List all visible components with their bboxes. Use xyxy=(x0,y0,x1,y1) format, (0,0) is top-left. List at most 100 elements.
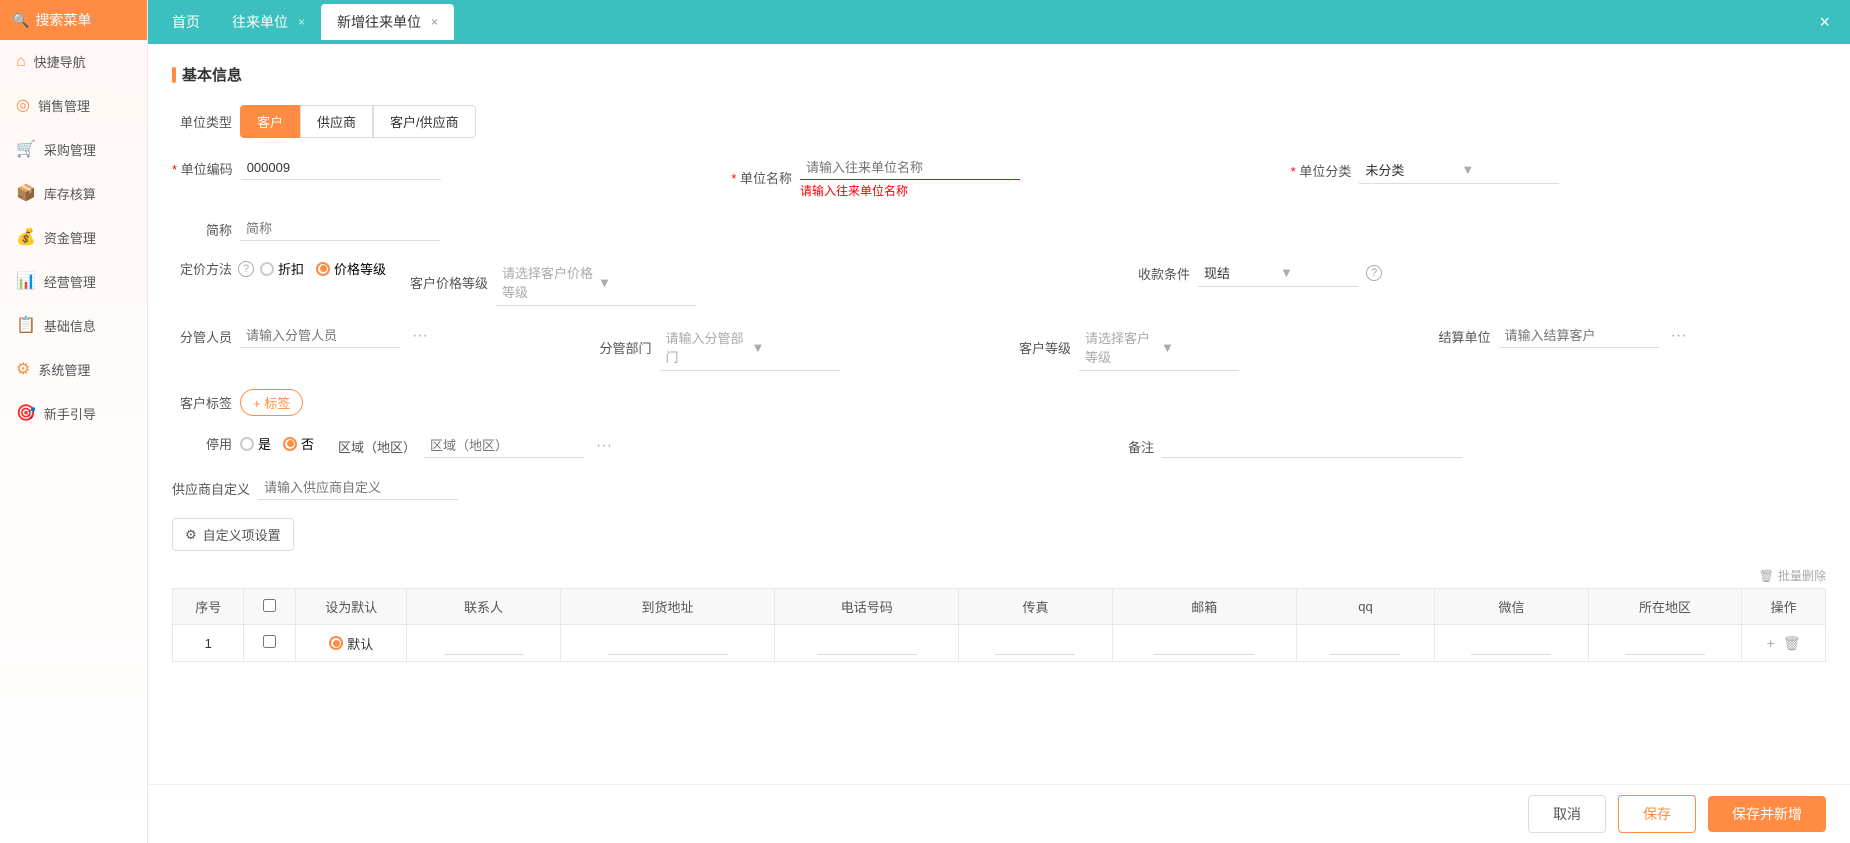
customer-price-level-select[interactable]: 请选择客户价格等级 ▼ xyxy=(496,259,696,306)
row-address[interactable] xyxy=(560,625,774,662)
sidebar-item-inventory[interactable]: 📦 库存核算 xyxy=(0,171,147,215)
department-group: 分管部门 请输入分管部门 ▼ xyxy=(592,324,988,371)
pricing-method-label: 定价方法 xyxy=(172,259,232,278)
unit-category-select[interactable]: 未分类 ▼ xyxy=(1359,156,1559,184)
payment-terms-arrow-icon: ▼ xyxy=(1280,265,1352,280)
basic-icon: 📋 xyxy=(16,315,36,335)
settlement-more-icon[interactable]: ··· xyxy=(1667,327,1691,345)
customer-tag-group: 客户标签 + 标签 xyxy=(172,389,1826,416)
custom-settings-button[interactable]: ⚙ 自定义项设置 xyxy=(172,518,294,551)
row-contact[interactable] xyxy=(407,625,561,662)
short-name-label: 简称 xyxy=(172,220,232,239)
row-contact-input[interactable] xyxy=(444,631,524,655)
save-new-button[interactable]: 保存并新增 xyxy=(1708,796,1826,832)
pricing-radio-group: 折扣 价格等级 xyxy=(260,259,386,278)
unit-category-label: 单位分类 xyxy=(1291,161,1352,180)
short-name-input[interactable] xyxy=(240,217,440,241)
row-phone[interactable] xyxy=(775,625,959,662)
col-phone: 电话号码 xyxy=(775,589,959,625)
payment-terms-select[interactable]: 现结 ▼ xyxy=(1198,259,1358,287)
tab-new-partner-close[interactable]: × xyxy=(431,15,438,29)
pricing-level-radio[interactable]: 价格等级 xyxy=(316,259,386,278)
save-button[interactable]: 保存 xyxy=(1618,795,1696,833)
form-content: 基本信息 单位类型 客户 供应商 客户/供应商 单位编码 单位名称 xyxy=(148,44,1850,784)
department-select[interactable]: 请输入分管部门 ▼ xyxy=(660,324,840,371)
unit-type-customer-btn[interactable]: 客户 xyxy=(240,105,300,138)
sidebar-item-operation[interactable]: 📊 经营管理 xyxy=(0,259,147,303)
row-checkbox[interactable] xyxy=(263,635,276,648)
main-area: 首页 往来单位 × 新增往来单位 × × 基本信息 单位类型 客户 供应商 客户… xyxy=(148,0,1850,843)
sidebar-item-purchase[interactable]: 🛒 采购管理 xyxy=(0,127,147,171)
search-menu-button[interactable]: 🔍 搜索菜单 xyxy=(0,0,147,40)
region-input[interactable] xyxy=(424,434,584,458)
unit-code-input[interactable] xyxy=(241,156,441,180)
manager-input[interactable] xyxy=(240,324,400,348)
col-email: 邮箱 xyxy=(1112,589,1296,625)
section-title-label: 基本信息 xyxy=(182,64,242,85)
sidebar-item-quick-nav[interactable]: ⌂ 快捷导航 xyxy=(0,40,147,83)
pricing-discount-radio[interactable]: 折扣 xyxy=(260,259,304,278)
row-delete-button[interactable]: 🗑 xyxy=(1783,635,1801,652)
row-region[interactable] xyxy=(1588,625,1742,662)
row-default-radio[interactable]: 默认 xyxy=(306,634,396,653)
sidebar-item-newbie[interactable]: 🎯 新手引导 xyxy=(0,391,147,435)
row-action-btns: + 🗑 xyxy=(1752,635,1815,652)
inventory-icon: 📦 xyxy=(16,183,36,203)
row-address-input[interactable] xyxy=(608,631,728,655)
close-all-tabs-button[interactable]: × xyxy=(1807,12,1842,33)
customer-price-level-label: 客户价格等级 xyxy=(410,273,488,292)
region-label: 区域（地区） xyxy=(338,437,416,456)
department-label: 分管部门 xyxy=(592,338,652,357)
row-wechat[interactable] xyxy=(1435,625,1589,662)
row-qq-input[interactable] xyxy=(1330,631,1400,655)
tab-partners[interactable]: 往来单位 × xyxy=(216,4,321,40)
tab-home[interactable]: 首页 xyxy=(156,4,216,40)
row-region-input[interactable] xyxy=(1625,631,1705,655)
unit-type-supplier-btn[interactable]: 供应商 xyxy=(300,105,373,138)
sidebar-item-finance[interactable]: 💰 资金管理 xyxy=(0,215,147,259)
customer-level-select[interactable]: 请选择客户等级 ▼ xyxy=(1079,324,1239,371)
row-qq[interactable] xyxy=(1296,625,1434,662)
row-wechat-input[interactable] xyxy=(1471,631,1551,655)
tab-new-partner[interactable]: 新增往来单位 × xyxy=(321,4,454,40)
manager-group: 分管人员 ··· xyxy=(172,324,568,348)
unit-code-group: 单位编码 xyxy=(172,156,707,180)
region-group: 区域（地区） ··· xyxy=(338,434,1070,458)
disable-no-radio[interactable]: 否 xyxy=(283,434,314,453)
remark-label: 备注 xyxy=(1094,437,1154,456)
select-all-checkbox[interactable] xyxy=(263,599,276,612)
settlement-unit-input[interactable] xyxy=(1499,324,1659,348)
row-fax[interactable] xyxy=(959,625,1113,662)
row-seq: 1 xyxy=(173,625,244,662)
col-seq: 序号 xyxy=(173,589,244,625)
add-tag-button[interactable]: + 标签 xyxy=(240,389,303,416)
supplier-custom-input[interactable] xyxy=(258,476,458,500)
pricing-level-circle xyxy=(316,262,330,276)
payment-help-icon[interactable]: ? xyxy=(1366,265,1382,281)
col-qq: qq xyxy=(1296,589,1434,625)
manager-more-icon[interactable]: ··· xyxy=(408,327,432,345)
custom-settings-label: 自定义项设置 xyxy=(203,525,281,544)
customer-level-label: 客户等级 xyxy=(1011,338,1071,357)
unit-name-input[interactable] xyxy=(800,156,1020,180)
region-more-icon[interactable]: ··· xyxy=(592,437,616,455)
row-phone-input[interactable] xyxy=(817,631,917,655)
department-arrow-icon: ▼ xyxy=(752,340,834,355)
row-fax-input[interactable] xyxy=(995,631,1075,655)
pricing-help-icon[interactable]: ? xyxy=(238,261,254,277)
sidebar-item-sales[interactable]: ◎ 销售管理 xyxy=(0,83,147,127)
disable-radio-group: 是 否 xyxy=(240,434,314,453)
remark-input[interactable] xyxy=(1162,434,1462,458)
sidebar-item-system[interactable]: ⚙ 系统管理 xyxy=(0,347,147,391)
sidebar-item-basic[interactable]: 📋 基础信息 xyxy=(0,303,147,347)
row-email[interactable] xyxy=(1112,625,1296,662)
cancel-button[interactable]: 取消 xyxy=(1528,795,1606,833)
row-email-input[interactable] xyxy=(1154,631,1254,655)
tab-partners-label: 往来单位 xyxy=(232,12,288,32)
tab-partners-close[interactable]: × xyxy=(298,15,305,29)
tab-home-label: 首页 xyxy=(172,12,200,32)
row-add-button[interactable]: + xyxy=(1767,635,1775,652)
batch-delete-button[interactable]: 🗑 批量删除 xyxy=(1759,567,1826,584)
unit-type-both-btn[interactable]: 客户/供应商 xyxy=(373,105,476,138)
disable-yes-radio[interactable]: 是 xyxy=(240,434,271,453)
